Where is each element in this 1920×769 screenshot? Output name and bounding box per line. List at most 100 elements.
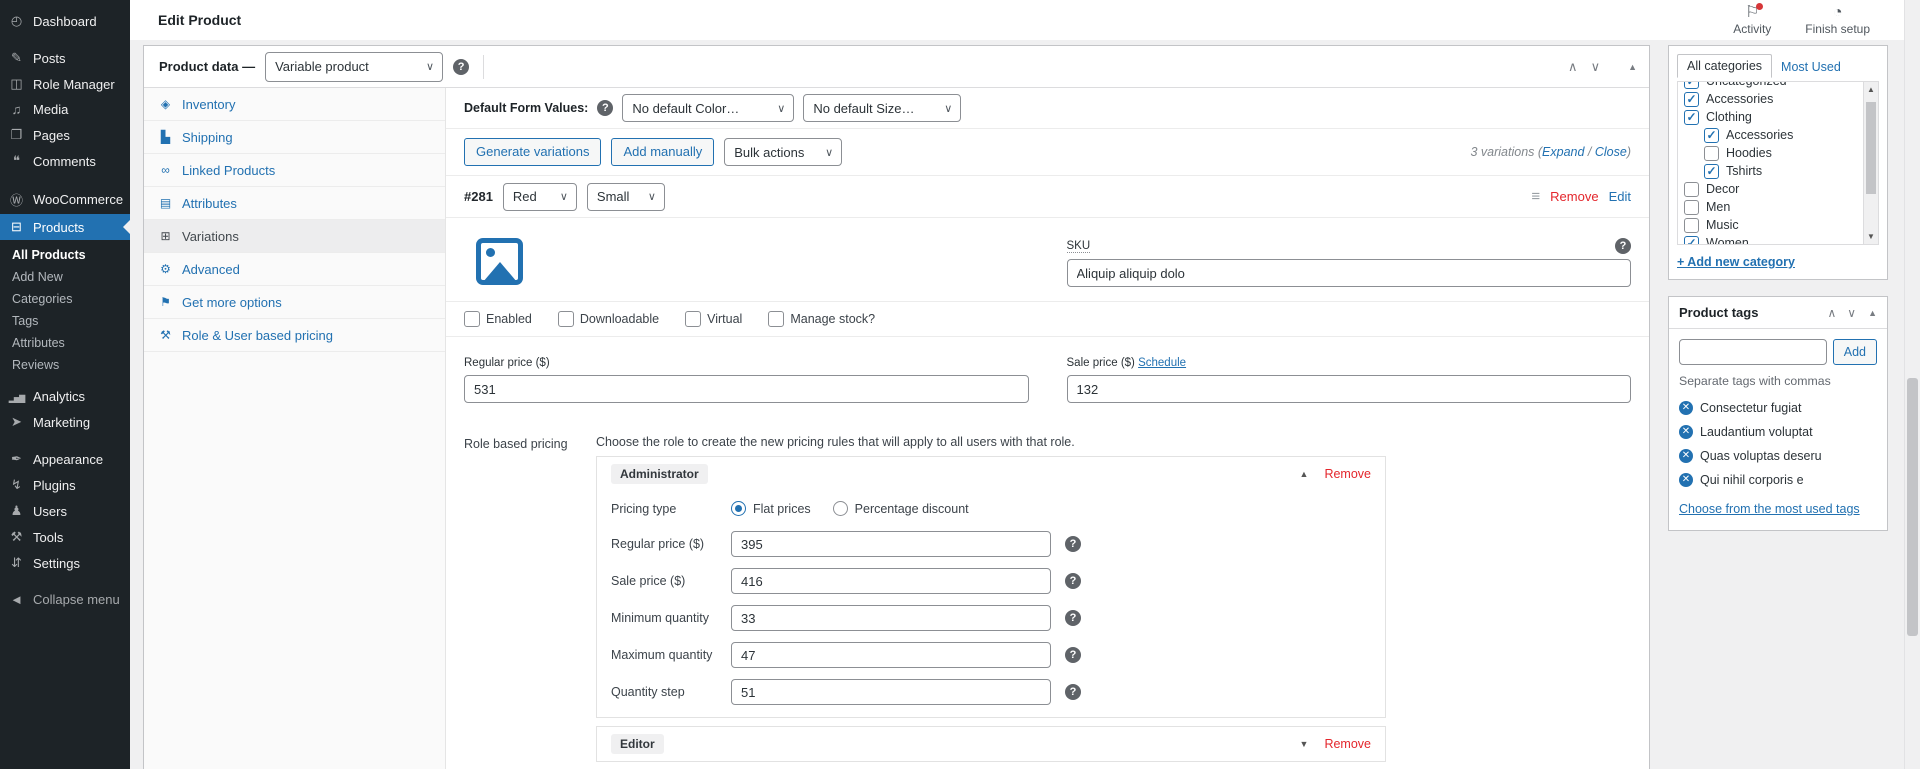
add-tag-button[interactable]: Add (1832, 339, 1877, 365)
schedule-link[interactable]: Schedule (1138, 357, 1186, 369)
activity-button[interactable]: ⚐ Activity (1733, 3, 1771, 36)
remove-tag-icon[interactable] (1679, 425, 1693, 439)
role-min-quantity-input[interactable] (731, 605, 1051, 631)
variation-size-select[interactable]: Small (586, 182, 665, 211)
virtual-checkbox[interactable]: Virtual (685, 311, 742, 327)
move-down-icon[interactable]: ∨ (1847, 306, 1856, 320)
remove-role-link[interactable]: Remove (1324, 467, 1371, 481)
close-link[interactable]: Close (1595, 145, 1627, 159)
panel-toggle-icon[interactable]: ▲ (1868, 308, 1877, 318)
tab-shipping[interactable]: Shipping (144, 121, 445, 154)
submenu-add-new[interactable]: Add New (0, 266, 130, 288)
tab-all-categories[interactable]: All categories (1677, 54, 1773, 78)
sidebar-item-users[interactable]: Users (0, 498, 130, 524)
product-type-help-icon[interactable] (453, 58, 470, 75)
role-regular-price-help-icon[interactable] (1065, 536, 1081, 552)
sidebar-item-pages[interactable]: Pages (0, 122, 130, 148)
manage-stock-checkbox[interactable]: Manage stock? (768, 311, 875, 327)
category-accessories[interactable]: Accessories (1684, 90, 1860, 108)
percentage-discount-radio[interactable]: Percentage discount (832, 501, 969, 516)
expand-role-icon[interactable]: ▼ (1300, 739, 1309, 749)
move-up-icon[interactable]: ∧ (1827, 306, 1836, 320)
new-tag-input[interactable] (1679, 339, 1827, 365)
sidebar-item-analytics[interactable]: Analytics (0, 384, 130, 409)
variation-remove-link[interactable]: Remove (1550, 189, 1598, 204)
add-manually-button[interactable]: Add manually (611, 138, 715, 166)
sidebar-item-posts[interactable]: Posts (0, 45, 130, 71)
variation-edit-link[interactable]: Edit (1609, 189, 1631, 204)
sidebar-item-role-manager[interactable]: Role Manager (0, 71, 130, 97)
downloadable-checkbox[interactable]: Downloadable (557, 311, 659, 327)
enabled-checkbox[interactable]: Enabled (464, 311, 532, 327)
default-color-select[interactable]: No default Color… (622, 94, 795, 122)
drag-handle-icon[interactable]: ≡ (1531, 188, 1540, 205)
sidebar-item-dashboard[interactable]: Dashboard (0, 8, 130, 34)
choose-most-used-tags-link[interactable]: Choose from the most used tags (1679, 502, 1860, 516)
category-music[interactable]: Music (1684, 216, 1860, 234)
role-regular-price-input[interactable] (731, 531, 1051, 557)
sidebar-item-media[interactable]: Media (0, 97, 130, 122)
submenu-all-products[interactable]: All Products (0, 244, 130, 266)
scroll-up-icon[interactable]: ▲ (1864, 85, 1878, 94)
remove-tag-icon[interactable] (1679, 449, 1693, 463)
move-up-icon[interactable]: ∧ (1568, 59, 1578, 75)
move-down-icon[interactable]: ∨ (1591, 59, 1601, 75)
generate-variations-button[interactable]: Generate variations (464, 138, 602, 166)
remove-tag-icon[interactable] (1679, 401, 1693, 415)
scroll-down-icon[interactable]: ▼ (1864, 232, 1878, 241)
scroll-thumb[interactable] (1866, 102, 1876, 194)
page-scrollbar-thumb[interactable] (1907, 378, 1918, 636)
sidebar-item-comments[interactable]: Comments (0, 148, 130, 174)
variation-image-placeholder[interactable] (476, 238, 523, 285)
tab-attributes[interactable]: Attributes (144, 187, 445, 220)
sku-help-icon[interactable] (1615, 238, 1631, 254)
category-hoodies[interactable]: Hoodies (1684, 144, 1860, 162)
bulk-actions-select[interactable]: Bulk actions (724, 138, 843, 166)
collapse-menu-button[interactable]: Collapse menu (0, 587, 130, 612)
categories-scrollbar[interactable]: ▲ ▼ (1863, 82, 1878, 244)
category-men[interactable]: Men (1684, 198, 1860, 216)
collapse-role-icon[interactable]: ▲ (1300, 469, 1309, 479)
tab-get-more-options[interactable]: Get more options (144, 286, 445, 319)
regular-price-input[interactable] (464, 375, 1029, 403)
sku-input[interactable] (1066, 259, 1631, 287)
category-tshirts[interactable]: Tshirts (1684, 162, 1860, 180)
sidebar-item-plugins[interactable]: Plugins (0, 472, 130, 498)
tab-most-used[interactable]: Most Used (1772, 56, 1850, 78)
role-max-quantity-input[interactable] (731, 642, 1051, 668)
default-form-values-help-icon[interactable] (597, 100, 614, 116)
sale-price-input[interactable] (1066, 375, 1631, 403)
panel-toggle-icon[interactable]: ▲ (1628, 62, 1637, 72)
role-quantity-step-input[interactable] (731, 679, 1051, 705)
tab-linked-products[interactable]: Linked Products (144, 154, 445, 187)
product-type-select[interactable]: Variable product (265, 51, 444, 82)
category-uncategorized[interactable]: Uncategorized (1684, 82, 1860, 90)
remove-tag-icon[interactable] (1679, 473, 1693, 487)
tab-role-user-pricing[interactable]: Role & User based pricing (144, 319, 445, 352)
role-sale-price-help-icon[interactable] (1065, 573, 1081, 589)
default-size-select[interactable]: No default Size… (803, 94, 962, 122)
variation-color-select[interactable]: Red (502, 182, 577, 211)
finish-setup-button[interactable]: ◔ Finish setup (1805, 4, 1870, 36)
sidebar-item-woocommerce[interactable]: WooCommerce (0, 185, 130, 214)
flat-prices-radio[interactable]: Flat prices (731, 501, 811, 516)
sidebar-item-appearance[interactable]: Appearance (0, 446, 130, 472)
sidebar-item-tools[interactable]: Tools (0, 524, 130, 550)
category-clothing[interactable]: Clothing (1684, 108, 1860, 126)
role-min-quantity-help-icon[interactable] (1065, 610, 1081, 626)
tab-advanced[interactable]: Advanced (144, 253, 445, 286)
tab-variations[interactable]: Variations (144, 220, 445, 253)
category-decor[interactable]: Decor (1684, 180, 1860, 198)
submenu-categories[interactable]: Categories (0, 288, 130, 310)
sidebar-item-products[interactable]: Products (0, 214, 130, 240)
sidebar-item-settings[interactable]: Settings (0, 550, 130, 576)
role-sale-price-input[interactable] (731, 568, 1051, 594)
add-new-category-link[interactable]: + Add new category (1677, 255, 1795, 269)
submenu-tags[interactable]: Tags (0, 310, 130, 332)
role-quantity-step-help-icon[interactable] (1065, 684, 1081, 700)
submenu-reviews[interactable]: Reviews (0, 354, 130, 376)
expand-link[interactable]: Expand (1542, 145, 1584, 159)
submenu-attributes[interactable]: Attributes (0, 332, 130, 354)
remove-role-link[interactable]: Remove (1324, 737, 1371, 751)
category-women[interactable]: Women (1684, 234, 1860, 244)
